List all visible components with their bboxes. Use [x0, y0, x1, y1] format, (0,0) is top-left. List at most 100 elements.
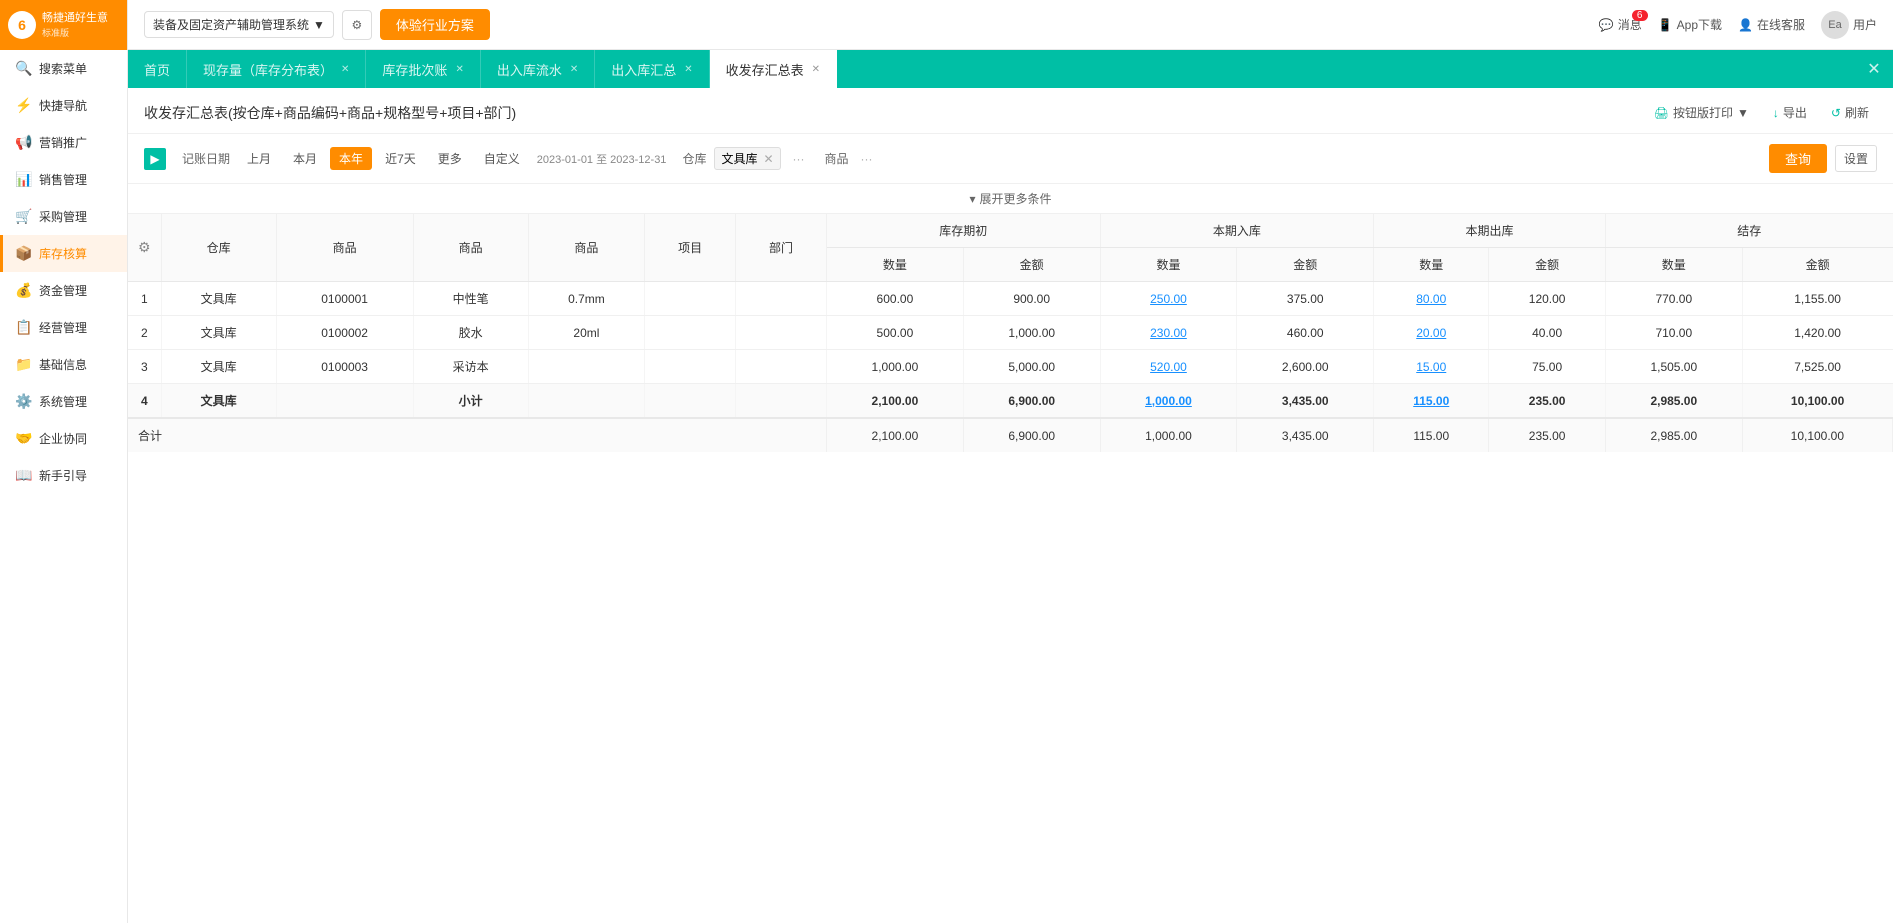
tab-in-out-flow[interactable]: 出入库流水 ✕	[481, 50, 595, 88]
col-goods-code-header: 商品	[276, 214, 413, 282]
export-button[interactable]: ↓ 导出	[1765, 100, 1815, 125]
app-download-label: App下载	[1677, 16, 1722, 33]
footer-open-amt: 6,900.00	[963, 418, 1100, 452]
sidebar-item-newbie[interactable]: 📖 新手引导	[0, 457, 127, 494]
settings-gear-button[interactable]: ⚙	[342, 10, 372, 40]
sidebar-item-basic[interactable]: 📁 基础信息	[0, 346, 127, 383]
refresh-button[interactable]: ↺ 刷新	[1823, 100, 1877, 125]
goods-more-icon[interactable]: ···	[857, 150, 877, 168]
quick-icon: ⚡	[15, 97, 33, 114]
row-close-qty: 2,985.00	[1605, 384, 1742, 419]
warehouse-tag-close-icon[interactable]: ✕	[763, 152, 773, 166]
col-opening-header: 库存期初	[827, 214, 1101, 248]
row-in-amt: 3,435.00	[1237, 384, 1374, 419]
expand-more-button[interactable]: ▾ 展开更多条件	[969, 190, 1051, 207]
try-button[interactable]: 体验行业方案	[380, 9, 490, 40]
sidebar-item-search[interactable]: 🔍 搜索菜单	[0, 50, 127, 87]
row-in-qty[interactable]: 250.00	[1100, 282, 1237, 316]
row-dept	[736, 282, 827, 316]
topbar-left: 装备及固定资产辅助管理系统 ▼ ⚙ 体验行业方案	[144, 9, 490, 40]
row-out-qty[interactable]: 80.00	[1374, 282, 1489, 316]
sidebar-item-label: 系统管理	[39, 393, 87, 410]
footer-close-amt: 10,100.00	[1742, 418, 1892, 452]
online-service-button[interactable]: 👤 在线客服	[1738, 16, 1805, 33]
tab-in-out-summary-label: 出入库汇总	[611, 60, 676, 79]
gear-icon: ⚙	[352, 18, 363, 32]
system-title-dropdown[interactable]: 装备及固定资产辅助管理系统 ▼	[144, 11, 334, 38]
sidebar-item-label: 经营管理	[39, 319, 87, 336]
row-open-amt: 5,000.00	[963, 350, 1100, 384]
sidebar-item-marketing[interactable]: 📢 营销推广	[0, 124, 127, 161]
row-out-qty[interactable]: 20.00	[1374, 316, 1489, 350]
row-dept	[736, 316, 827, 350]
print-mode-button[interactable]: 🖨 按钮版打印 ▼	[1646, 100, 1757, 125]
app-download-button[interactable]: 📱 App下载	[1658, 16, 1722, 33]
row-project	[645, 282, 736, 316]
tab-close-active-icon[interactable]: ✕	[812, 64, 820, 75]
filter-expand-button[interactable]: ▶	[144, 148, 166, 170]
sidebar-item-quick[interactable]: ⚡ 快捷导航	[0, 87, 127, 124]
message-button[interactable]: 💬 消息 6	[1599, 16, 1642, 33]
main-area: 装备及固定资产辅助管理系统 ▼ ⚙ 体验行业方案 💬 消息 6 📱 App下载 …	[128, 0, 1893, 923]
query-button[interactable]: 查询	[1769, 144, 1827, 173]
page-header: 收发存汇总表(按仓库+商品编码+商品+规格型号+项目+部门) 🖨 按钮版打印 ▼…	[128, 88, 1893, 134]
more-btn[interactable]: 更多	[429, 147, 471, 170]
sidebar-item-inventory[interactable]: 📦 库存核算	[0, 235, 127, 272]
sidebar-item-purchase[interactable]: 🛒 采购管理	[0, 198, 127, 235]
page-title: 收发存汇总表(按仓库+商品编码+商品+规格型号+项目+部门)	[144, 103, 516, 123]
row-close-amt: 1,420.00	[1742, 316, 1892, 350]
tab-collect-summary[interactable]: 收发存汇总表 ✕	[710, 50, 837, 88]
row-in-qty[interactable]: 520.00	[1100, 350, 1237, 384]
row-close-amt: 10,100.00	[1742, 384, 1892, 419]
sidebar-item-enterprise[interactable]: 🤝 企业协同	[0, 420, 127, 457]
col-goods-spec-header: 商品	[528, 214, 645, 282]
row-in-amt: 460.00	[1237, 316, 1374, 350]
table-settings-icon[interactable]: ⚙	[138, 239, 151, 255]
phone-icon: 📱	[1658, 18, 1673, 32]
row-num: 4	[128, 384, 161, 419]
row-out-qty[interactable]: 15.00	[1374, 350, 1489, 384]
sidebar-item-system[interactable]: ⚙️ 系统管理	[0, 383, 127, 420]
row-name: 中性笔	[413, 282, 528, 316]
print-mode-label: 按钮版打印	[1673, 104, 1733, 121]
tab-batch-account[interactable]: 库存批次账 ✕	[366, 50, 480, 88]
warehouse-more-icon[interactable]: ···	[789, 150, 809, 168]
col-in-amount-header: 金额	[1237, 248, 1374, 282]
row-in-qty[interactable]: 230.00	[1100, 316, 1237, 350]
sidebar-item-sales[interactable]: 📊 销售管理	[0, 161, 127, 198]
tab-batch-account-label: 库存批次账	[382, 60, 447, 79]
this-month-btn[interactable]: 本月	[284, 147, 326, 170]
row-out-qty[interactable]: 115.00	[1374, 384, 1489, 419]
row-out-amt: 40.00	[1489, 316, 1606, 350]
goods-filter-label: 商品	[825, 150, 849, 167]
tab-in-out-summary[interactable]: 出入库汇总 ✕	[595, 50, 709, 88]
sidebar-item-operation[interactable]: 📋 经营管理	[0, 309, 127, 346]
last7-btn[interactable]: 近7天	[376, 147, 425, 170]
date-filter-buttons: 上月 本月 本年 近7天 更多 自定义	[238, 147, 529, 170]
row-in-qty[interactable]: 1,000.00	[1100, 384, 1237, 419]
row-project	[645, 350, 736, 384]
row-warehouse: 文具库	[161, 282, 276, 316]
filter-settings-button[interactable]: 设置	[1835, 145, 1877, 172]
tab-close-icon[interactable]: ✕	[455, 64, 463, 75]
col-department-header: 部门	[736, 214, 827, 282]
this-year-btn[interactable]: 本年	[330, 147, 372, 170]
basic-icon: 📁	[15, 356, 33, 373]
tab-inventory-dist[interactable]: 现存量（库存分布表） ✕	[187, 50, 366, 88]
custom-btn[interactable]: 自定义	[475, 147, 529, 170]
table-row: 3文具库0100003采访本1,000.005,000.00520.002,60…	[128, 350, 1893, 384]
page-actions: 🖨 按钮版打印 ▼ ↓ 导出 ↺ 刷新	[1646, 100, 1877, 125]
tab-bar-close-button[interactable]: ✕	[1855, 50, 1893, 88]
user-menu[interactable]: Ea 用户	[1821, 11, 1877, 39]
row-warehouse: 文具库	[161, 350, 276, 384]
prev-month-btn[interactable]: 上月	[238, 147, 280, 170]
refresh-label: 刷新	[1845, 104, 1869, 121]
tab-close-icon[interactable]: ✕	[570, 64, 578, 75]
tab-close-icon[interactable]: ✕	[341, 64, 349, 75]
sidebar-item-finance[interactable]: 💰 资金管理	[0, 272, 127, 309]
row-spec	[528, 384, 645, 419]
col-warehouse-header: 仓库	[161, 214, 276, 282]
tab-close-icon[interactable]: ✕	[684, 64, 692, 75]
tab-home[interactable]: 首页	[128, 50, 187, 88]
footer-in-amt: 3,435.00	[1237, 418, 1374, 452]
